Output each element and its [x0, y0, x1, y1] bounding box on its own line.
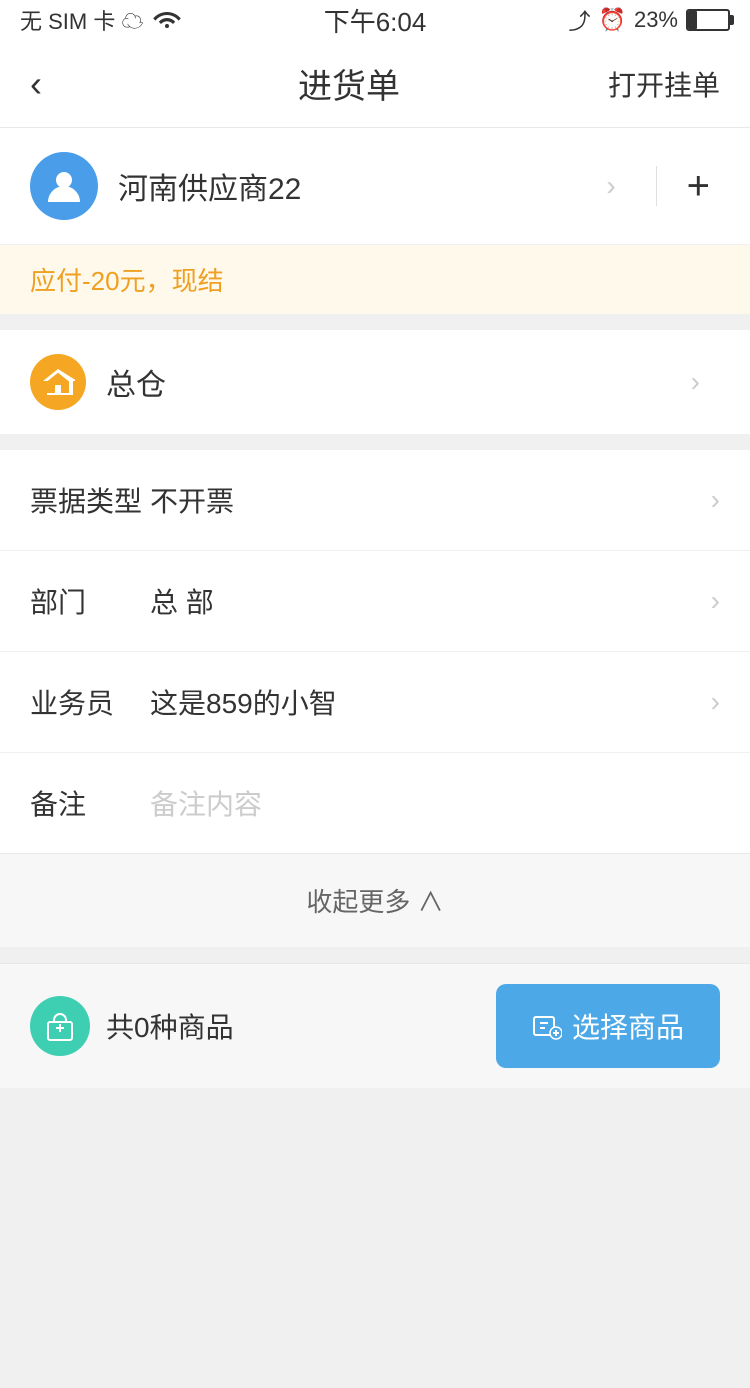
content: 河南供应商22 › + 应付-20元，现结 总仓 › 票据类型 不开票 › — [0, 128, 750, 1388]
department-row[interactable]: 部门 总 部 › — [0, 550, 750, 651]
status-right: ⤴ ⏰ 23% — [569, 4, 730, 36]
invoice-row[interactable]: 票据类型 不开票 › — [0, 450, 750, 550]
location-icon: ⤴ — [569, 4, 591, 36]
warehouse-row[interactable]: 总仓 › — [0, 330, 750, 434]
warehouse-card[interactable]: 总仓 › — [0, 330, 750, 434]
battery-percent: 23% — [634, 7, 678, 33]
status-left: 无 SIM 卡 ☁ — [20, 4, 181, 36]
supplier-name: 河南供应商22 — [118, 164, 606, 208]
warehouse-icon — [30, 354, 86, 410]
product-count-area: 共0种商品 — [30, 996, 234, 1056]
select-product-label: 选择商品 — [572, 1006, 684, 1046]
warehouse-name: 总仓 — [106, 360, 691, 404]
open-pending-button[interactable]: 打开挂单 — [608, 64, 720, 104]
department-chevron-icon: › — [711, 585, 720, 617]
product-count-text: 共0种商品 — [106, 1006, 234, 1046]
remark-label: 备注 — [30, 783, 150, 823]
bottom-bar: 共0种商品 选择商品 — [0, 963, 750, 1088]
supplier-card: 河南供应商22 › + 应付-20元，现结 — [0, 128, 750, 314]
nav-bar: ‹ 进货单 打开挂单 — [0, 40, 750, 128]
collapse-button[interactable]: 收起更多 ∧ — [0, 853, 750, 947]
remark-input[interactable]: 备注内容 — [150, 783, 720, 823]
page-title: 进货单 — [298, 59, 400, 108]
alarm-icon: ⏰ — [599, 7, 626, 33]
product-icon — [30, 996, 90, 1056]
divider — [656, 166, 657, 206]
invoice-value: 不开票 — [150, 480, 711, 520]
add-button[interactable]: + — [677, 164, 720, 209]
remark-row[interactable]: 备注 备注内容 — [0, 752, 750, 853]
supplier-chevron-icon: › — [606, 170, 615, 202]
supplier-avatar — [30, 152, 98, 220]
invoice-label: 票据类型 — [30, 480, 150, 520]
invoice-chevron-icon: › — [711, 484, 720, 516]
back-button[interactable]: ‹ — [30, 63, 90, 105]
supplier-row[interactable]: 河南供应商22 › + — [0, 128, 750, 245]
department-label: 部门 — [30, 581, 150, 621]
battery-icon — [686, 9, 730, 31]
salesman-value: 这是859的小智 — [150, 682, 711, 722]
sim-label: 无 SIM 卡 ☁ — [20, 4, 143, 36]
select-product-icon — [532, 1011, 562, 1041]
form-card: 票据类型 不开票 › 部门 总 部 › 业务员 这是859的小智 › 备注 备注… — [0, 450, 750, 947]
salesman-row[interactable]: 业务员 这是859的小智 › — [0, 651, 750, 752]
salesman-chevron-icon: › — [711, 686, 720, 718]
status-bar: 无 SIM 卡 ☁ 下午6:04 ⤴ ⏰ 23% — [0, 0, 750, 40]
select-product-button[interactable]: 选择商品 — [496, 984, 720, 1068]
status-time: 下午6:04 — [324, 2, 427, 39]
notice-bar: 应付-20元，现结 — [0, 245, 750, 314]
gray-background — [0, 1088, 750, 1388]
department-value: 总 部 — [150, 581, 711, 621]
warehouse-chevron-icon: › — [691, 366, 700, 398]
wifi-icon — [153, 6, 181, 34]
salesman-label: 业务员 — [30, 682, 150, 722]
